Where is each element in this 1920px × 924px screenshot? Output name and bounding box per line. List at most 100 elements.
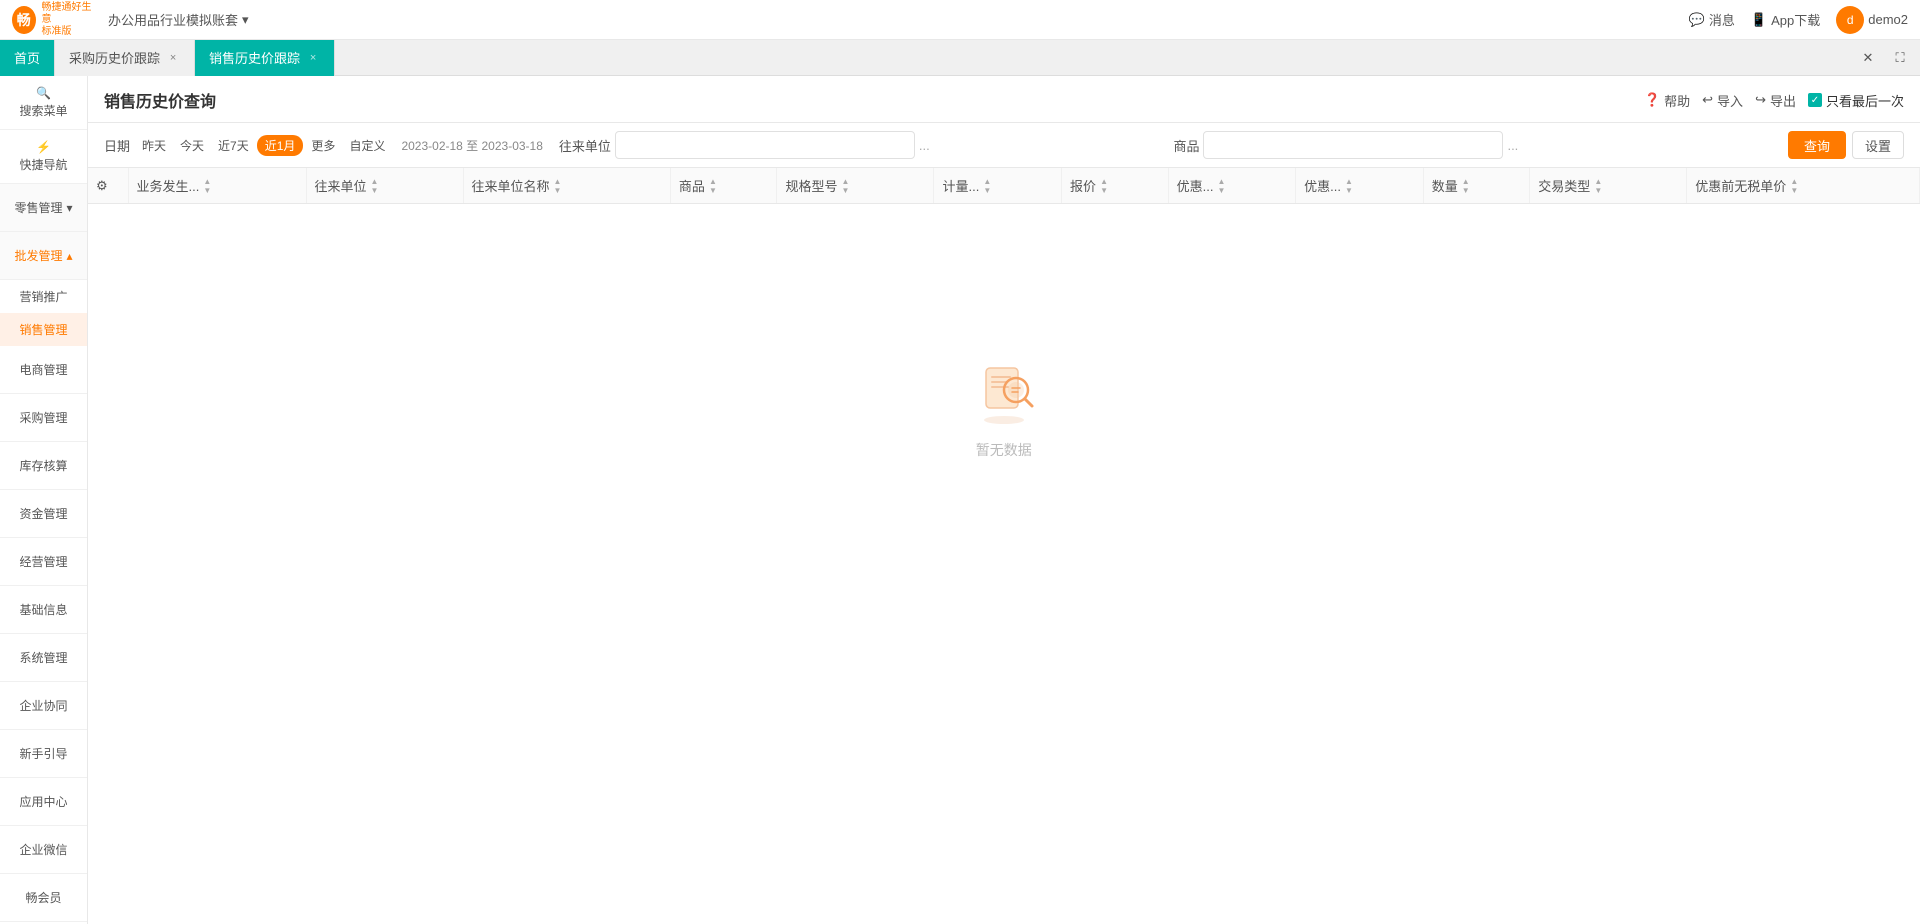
- settings-button[interactable]: 设置: [1852, 131, 1904, 159]
- date-option-more[interactable]: 更多: [305, 135, 341, 156]
- tab-bar: 首页 采购历史价跟踪 × 销售历史价跟踪 × ✕ ⛶: [0, 40, 1920, 76]
- tab-bar-actions: ✕ ⛶: [1856, 46, 1920, 70]
- sidebar-item-retail-mgmt[interactable]: 零售管理 ▾: [0, 184, 87, 232]
- system-label: 系统管理: [19, 649, 67, 666]
- sort-icon-pre-tax-price: ▲▼: [1790, 177, 1798, 195]
- table-header: ⚙ 业务发生... ▲▼ 往来单位 ▲▼: [88, 168, 1920, 204]
- logo-icon: 畅: [12, 6, 36, 34]
- ecommerce-label: 电商管理: [19, 361, 67, 378]
- filter-row: 日期 昨天 今天 近7天 近1月 更多 自定义 2023-02-18 至 202…: [88, 123, 1920, 168]
- col-trade-type[interactable]: 交易类型 ▲▼: [1530, 168, 1687, 204]
- tab-purchase-history[interactable]: 采购历史价跟踪 ×: [55, 40, 195, 76]
- counterparty-label: 往来单位: [559, 136, 611, 155]
- sidebar-item-enterprise-collab[interactable]: 企业协同: [0, 682, 87, 730]
- import-btn[interactable]: ↩ 导入: [1702, 91, 1743, 110]
- sidebar-item-app-center[interactable]: 应用中心: [0, 778, 87, 826]
- basic-info-label: 基础信息: [19, 601, 67, 618]
- message-label: 消息: [1709, 10, 1735, 29]
- col-product[interactable]: 商品 ▲▼: [670, 168, 777, 204]
- date-option-today[interactable]: 今天: [174, 135, 210, 156]
- sort-icon-quote: ▲▼: [1100, 177, 1108, 195]
- export-label: 导出: [1770, 91, 1796, 110]
- page-header: 销售历史价查询 ❓ 帮助 ↩ 导入 ↪ 导出 ✓: [88, 76, 1920, 123]
- sidebar-item-marketing[interactable]: 营销推广: [0, 280, 87, 313]
- sidebar-item-new-guide[interactable]: 新手引导: [0, 730, 87, 778]
- sidebar-item-business[interactable]: 经营管理: [0, 538, 87, 586]
- table-body: 暂无数据: [88, 204, 1920, 605]
- show-last-checkbox-label[interactable]: ✓ 只看最后一次: [1808, 91, 1904, 110]
- sort-icon-counterparty-name: ▲▼: [554, 177, 562, 195]
- sidebar-item-system[interactable]: 系统管理: [0, 634, 87, 682]
- app-download-icon: 📱: [1751, 12, 1767, 28]
- table-container: ⚙ 业务发生... ▲▼ 往来单位 ▲▼: [88, 168, 1920, 924]
- col-quote[interactable]: 报价 ▲▼: [1062, 168, 1169, 204]
- retail-mgmt-arrow: ▾: [66, 201, 72, 215]
- user-profile[interactable]: d demo2: [1836, 6, 1908, 34]
- member-label: 畅会员: [25, 889, 61, 906]
- tab-sales-close[interactable]: ×: [306, 51, 320, 65]
- counterparty-dots[interactable]: ...: [919, 138, 930, 153]
- sort-icon-product: ▲▼: [709, 177, 717, 195]
- tab-close-all-btn[interactable]: ✕: [1856, 46, 1880, 70]
- col-discount1[interactable]: 优惠... ▲▼: [1168, 168, 1296, 204]
- sidebar-item-enterprise-wechat[interactable]: 企业微信: [0, 826, 87, 874]
- col-biz-date[interactable]: 业务发生... ▲▼: [128, 168, 306, 204]
- filter-actions: 查询 设置: [1788, 131, 1904, 159]
- date-option-last1m[interactable]: 近1月: [257, 135, 304, 156]
- tab-purchase-label: 采购历史价跟踪: [69, 48, 160, 67]
- message-action[interactable]: 💬 消息: [1689, 10, 1735, 29]
- show-last-checkbox[interactable]: ✓: [1808, 93, 1822, 107]
- col-unit[interactable]: 计量... ▲▼: [934, 168, 1062, 204]
- sidebar-item-search-menu[interactable]: 🔍 搜索菜单: [0, 76, 87, 130]
- col-quantity[interactable]: 数量 ▲▼: [1423, 168, 1530, 204]
- app-center-label: 应用中心: [19, 793, 67, 810]
- tab-purchase-close[interactable]: ×: [166, 51, 180, 65]
- top-bar: 畅 畅捷通好生意 标准版 办公用品行业模拟账套 ▾ 💬 消息 📱 App下载 d…: [0, 0, 1920, 40]
- product-input[interactable]: [1203, 131, 1503, 159]
- col-discount2[interactable]: 优惠... ▲▼: [1296, 168, 1424, 204]
- settings-gear-icon[interactable]: ⚙: [96, 178, 108, 193]
- query-button[interactable]: 查询: [1788, 131, 1846, 159]
- sales-mgmt-label: 销售管理: [19, 321, 67, 338]
- app-download-action[interactable]: 📱 App下载: [1751, 10, 1820, 29]
- sidebar-item-purchase[interactable]: 采购管理: [0, 394, 87, 442]
- col-counterparty[interactable]: 往来单位 ▲▼: [306, 168, 463, 204]
- inventory-label: 库存核算: [19, 457, 67, 474]
- col-settings[interactable]: ⚙: [88, 168, 128, 204]
- counterparty-input[interactable]: [615, 131, 915, 159]
- quick-nav-icon: ⚡: [36, 140, 51, 154]
- sidebar-item-wholesale-mgmt[interactable]: 批发管理 ▴: [0, 232, 87, 280]
- product-dots[interactable]: ...: [1507, 138, 1518, 153]
- date-range-text: 2023-02-18 至 2023-03-18: [401, 137, 542, 154]
- business-label: 经营管理: [19, 553, 67, 570]
- sidebar-item-finance[interactable]: 资金管理: [0, 490, 87, 538]
- workspace-selector[interactable]: 办公用品行业模拟账套 ▾: [100, 6, 257, 33]
- col-counterparty-name[interactable]: 往来单位名称 ▲▼: [463, 168, 670, 204]
- sort-icon-unit: ▲▼: [983, 177, 991, 195]
- sidebar-item-sales-mgmt[interactable]: 销售管理: [0, 313, 87, 346]
- logo-text: 畅捷通好生意 标准版: [42, 2, 92, 38]
- help-icon: ❓: [1644, 92, 1660, 108]
- date-option-custom[interactable]: 自定义: [343, 135, 391, 156]
- sidebar-item-member[interactable]: 畅会员: [0, 874, 87, 922]
- sidebar-item-inventory[interactable]: 库存核算: [0, 442, 87, 490]
- help-btn[interactable]: ❓ 帮助: [1644, 91, 1690, 110]
- wholesale-mgmt-label: 批发管理: [14, 247, 62, 264]
- sidebar-item-basic-info[interactable]: 基础信息: [0, 586, 87, 634]
- counterparty-filter-group: 往来单位 ...: [559, 131, 1158, 159]
- col-spec[interactable]: 规格型号 ▲▼: [777, 168, 934, 204]
- col-pre-tax-price[interactable]: 优惠前无税单价 ▲▼: [1687, 168, 1920, 204]
- sidebar-item-quick-nav[interactable]: ⚡ 快捷导航: [0, 130, 87, 184]
- workspace-name: 办公用品行业模拟账套: [108, 10, 238, 29]
- sidebar-item-ecommerce[interactable]: 电商管理: [0, 346, 87, 394]
- app-download-label: App下载: [1771, 10, 1820, 29]
- retail-mgmt-label: 零售管理: [14, 199, 62, 216]
- date-option-yesterday[interactable]: 昨天: [136, 135, 172, 156]
- page-title-row: 销售历史价查询 ❓ 帮助 ↩ 导入 ↪ 导出 ✓: [104, 88, 1904, 112]
- tab-home[interactable]: 首页: [0, 40, 55, 76]
- quick-nav-label: 快捷导航: [19, 156, 67, 173]
- tab-maximize-btn[interactable]: ⛶: [1888, 46, 1912, 70]
- date-option-last7[interactable]: 近7天: [212, 135, 255, 156]
- tab-sales-history[interactable]: 销售历史价跟踪 ×: [195, 40, 335, 76]
- export-btn[interactable]: ↪ 导出: [1755, 91, 1796, 110]
